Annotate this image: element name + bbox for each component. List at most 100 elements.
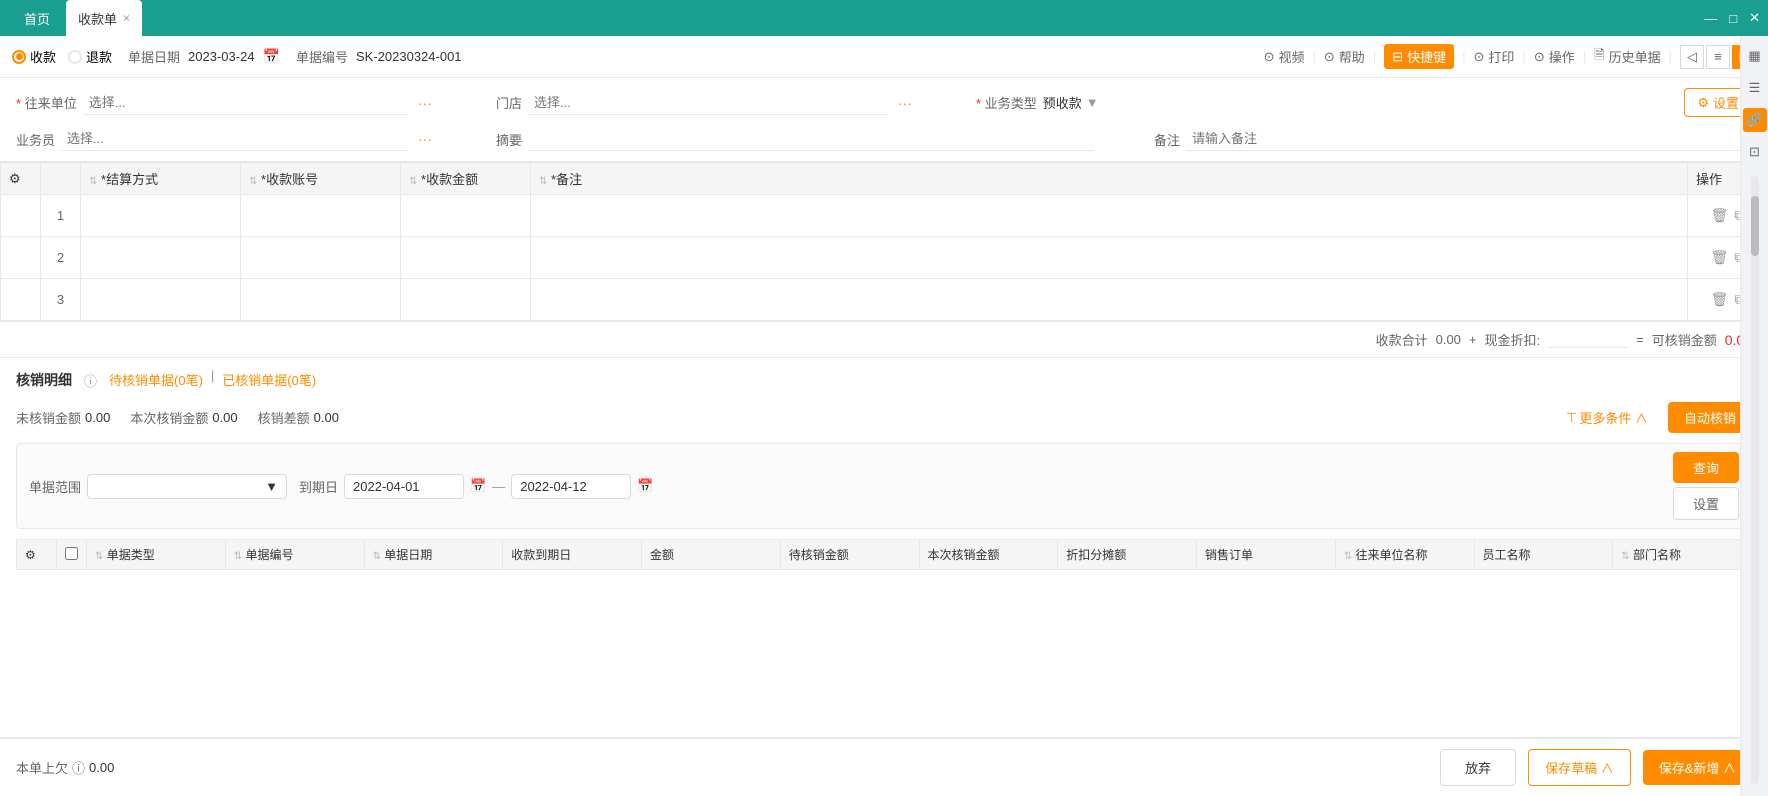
remark-field: 备注 [1154, 127, 1752, 151]
filter-range-select[interactable]: ▼ [87, 474, 287, 499]
form-row-2: 业务员 ··· 摘要 备注 [16, 127, 1752, 151]
col-remark-header: ⇅ *备注 [531, 163, 1688, 195]
bottom-info-label: 本单上欠 [16, 758, 68, 777]
view-grid-btn[interactable]: ≡ [1706, 45, 1730, 69]
bottom-info-icon[interactable]: ⓘ [72, 758, 85, 777]
row1-amount[interactable] [401, 195, 531, 237]
col-num-header [41, 163, 81, 195]
row2-delete-icon[interactable]: 🗑 [1711, 249, 1729, 266]
save-new-btn[interactable]: 保存&新增 ∧ [1643, 750, 1752, 785]
calendar-to-icon[interactable]: 📅 [637, 478, 653, 494]
tab-close-btn[interactable]: × [123, 11, 130, 25]
row3-method[interactable] [81, 279, 241, 321]
counterparty-input[interactable] [83, 91, 408, 115]
diff-label: 核销差额 [258, 408, 310, 427]
action-history[interactable]: 🗎 历史单据 [1594, 46, 1660, 68]
store-more-btn[interactable]: ··· [894, 95, 916, 111]
action-help[interactable]: ⊙ 帮助 [1324, 47, 1365, 66]
row1-delete-icon[interactable]: 🗑 [1711, 207, 1729, 224]
counterparty-more-btn[interactable]: ··· [414, 95, 436, 111]
row3-remark[interactable] [531, 279, 1688, 321]
col-method-header: ⇅ *结算方式 [81, 163, 241, 195]
section-info-icon[interactable]: ⓘ [84, 371, 97, 390]
row2-amount[interactable] [401, 237, 531, 279]
tab-done[interactable]: 已核销单据(0笔) [222, 368, 316, 392]
toolbar-date-info: 单据日期 2023-03-24 📅 [128, 47, 280, 66]
radio-refund[interactable]: 退款 [68, 47, 112, 66]
sidebar-icon-table[interactable]: ▦ [1743, 44, 1767, 68]
business-type-value: 预收款 [1043, 93, 1082, 112]
operate-icon: ⊙ [1534, 49, 1545, 65]
summary-label: 摘要 [496, 130, 522, 149]
calendar-from-icon[interactable]: 📅 [470, 478, 486, 494]
row2-account[interactable] [241, 237, 401, 279]
discount-input[interactable] [1548, 332, 1628, 348]
abandon-btn[interactable]: 放弃 [1440, 749, 1516, 786]
filter-date-field: 到期日 📅 — 📅 [299, 474, 653, 499]
history-label: 历史单据 [1609, 47, 1661, 66]
tab-home[interactable]: 首页 [8, 0, 66, 36]
query-btn[interactable]: 查询 [1673, 452, 1739, 483]
counterparty-field: * 往来单位 ··· [16, 91, 436, 115]
col-settings-header[interactable]: ⚙ [1, 163, 41, 195]
shortcut-icon: ⊟ [1392, 49, 1403, 65]
save-draft-btn[interactable]: 保存草稿 ∧ [1528, 749, 1631, 786]
remark-input[interactable] [1186, 127, 1752, 151]
store-input[interactable] [528, 91, 888, 115]
wt-select-all[interactable] [65, 547, 78, 560]
date-separator: — [492, 479, 505, 494]
filter-icon: ⊤ [1566, 410, 1577, 426]
row2-method[interactable] [81, 237, 241, 279]
row3-amount[interactable] [401, 279, 531, 321]
filter-range-arrow: ▼ [265, 479, 278, 494]
wt-col-settings[interactable]: ⚙ [17, 540, 57, 570]
sidebar-icon-list[interactable]: ☰ [1743, 76, 1767, 100]
print-label: 打印 [1488, 47, 1514, 66]
row3-account[interactable] [241, 279, 401, 321]
wt-col-type: ⇅ 单据类型 [87, 540, 226, 570]
more-conditions-btn[interactable]: ⊤ 更多条件 ∧ [1566, 408, 1648, 427]
radio-receipt[interactable]: 收款 [12, 47, 56, 66]
row1-account[interactable] [241, 195, 401, 237]
video-icon: ⊙ [1264, 49, 1275, 65]
calendar-icon[interactable]: 📅 [263, 48, 280, 65]
staff-input[interactable] [61, 127, 408, 151]
summary-field: 摘要 [496, 127, 1094, 151]
summary-input[interactable] [528, 127, 1094, 151]
filter-date-from[interactable] [344, 474, 464, 499]
row1-method[interactable] [81, 195, 241, 237]
writeoff-table: ⚙ ⇅ 单据类型 ⇅ 单据编号 ⇅ 单据日期 收款到期 [16, 539, 1752, 570]
divider-5: | [1583, 49, 1586, 64]
view-list-btn[interactable]: ◁ [1680, 45, 1704, 69]
table-row: 1 🗑 ⧉ [1, 195, 1768, 237]
staff-more-btn[interactable]: ··· [414, 131, 436, 147]
action-print[interactable]: ⊙ 打印 [1474, 47, 1515, 66]
print-icon: ⊙ [1474, 49, 1485, 65]
current-value: 0.00 [212, 410, 237, 425]
filter-settings-btn[interactable]: 设置 [1673, 487, 1739, 520]
sidebar-icon-capture[interactable]: ⊡ [1743, 140, 1767, 164]
minimize-btn[interactable]: — [1704, 11, 1717, 26]
row2-remark[interactable] [531, 237, 1688, 279]
action-video[interactable]: ⊙ 视频 [1264, 47, 1305, 66]
tab-active[interactable]: 收款单 × [66, 0, 142, 36]
tab-pending[interactable]: 待核销单据(0笔) [109, 368, 203, 392]
row1-remark[interactable] [531, 195, 1688, 237]
action-operate[interactable]: ⊙ 操作 [1534, 47, 1575, 66]
row3-num: 3 [41, 279, 81, 321]
sidebar-icon-link[interactable]: 🔗 [1743, 108, 1767, 132]
business-type-label: * 业务类型 [976, 93, 1037, 112]
action-shortcut[interactable]: ⊟ 快捷键 [1384, 44, 1454, 69]
divider-4: | [1522, 49, 1525, 64]
radio-group: 收款 退款 [12, 47, 112, 66]
writeoff-table-container: ⚙ ⇅ 单据类型 ⇅ 单据编号 ⇅ 单据日期 收款到期 [16, 539, 1752, 570]
close-btn[interactable]: ✕ [1749, 10, 1760, 26]
row3-delete-icon[interactable]: 🗑 [1711, 291, 1729, 308]
row2-num: 2 [41, 237, 81, 279]
sidebar-scrollbar[interactable] [1751, 176, 1759, 784]
filter-date-to[interactable] [511, 474, 631, 499]
stat-current: 本次核销金额 0.00 [130, 408, 237, 427]
filter-actions: 查询 设置 [1673, 452, 1739, 520]
business-type-select[interactable]: 预收款 ▼ [1043, 93, 1679, 112]
maximize-btn[interactable]: □ [1729, 11, 1737, 26]
